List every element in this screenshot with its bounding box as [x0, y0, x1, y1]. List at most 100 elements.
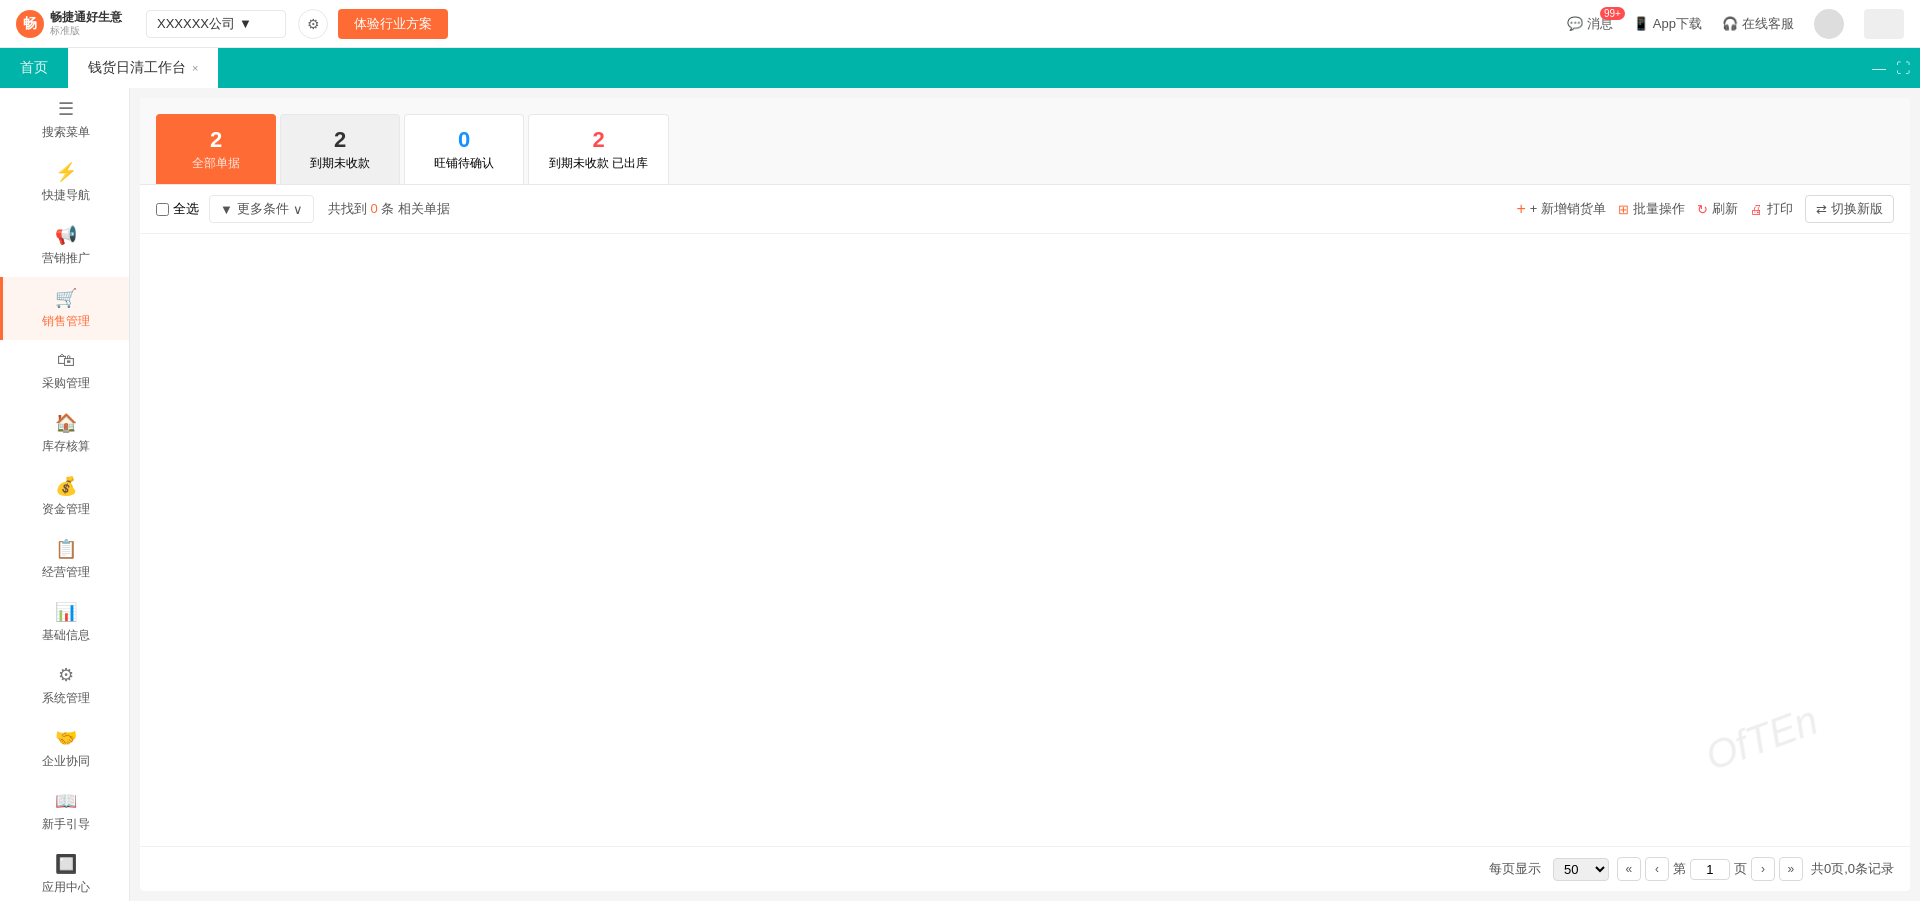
sidebar-item-label: 新手引导 [42, 816, 90, 833]
sidebar-item-label: 系统管理 [42, 690, 90, 707]
result-unit: 条 [381, 201, 394, 216]
sidebar-item-app-center[interactable]: 🔲 应用中心 [0, 843, 129, 901]
header-middle: ⚙ 体验行业方案 [298, 9, 448, 39]
sidebar-item-inventory[interactable]: 🏠 库存核算 [0, 402, 129, 465]
batch-button[interactable]: ⊞ 批量操作 [1618, 200, 1685, 218]
stats-label-shipped: 到期未收款 已出库 [549, 155, 648, 172]
operations-icon: 📋 [55, 538, 77, 560]
print-button[interactable]: 🖨 打印 [1750, 200, 1793, 218]
company-name: XXXXXX公司 [157, 15, 235, 33]
refresh-label: 刷新 [1712, 200, 1738, 218]
add-sale-button[interactable]: + + 新增销货单 [1516, 200, 1606, 218]
per-page-select[interactable]: 50 100 200 [1553, 858, 1609, 881]
stats-tab-pending[interactable]: 0 旺铺待确认 [404, 114, 524, 184]
sidebar-item-guide[interactable]: 📖 新手引导 [0, 780, 129, 843]
page-total: 共0页,0条记录 [1811, 860, 1894, 878]
result-text: 共找到 0 条 相关单据 [328, 200, 450, 218]
per-page-label: 每页显示 [1489, 860, 1541, 878]
sidebar-item-system[interactable]: ⚙ 系统管理 [0, 654, 129, 717]
pagination: 每页显示 50 100 200 « ‹ 第 页 › » 共0页,0条记录 [140, 846, 1910, 891]
filter-button[interactable]: ▼ 更多条件 ∨ [209, 195, 314, 223]
refresh-icon: ↻ [1697, 202, 1708, 217]
sidebar-item-label: 搜索菜单 [42, 124, 90, 141]
app-download-item[interactable]: 📱 App下载 [1633, 15, 1702, 33]
message-item[interactable]: 💬 消息 99+ [1567, 15, 1613, 33]
avatar-extra[interactable] [1864, 9, 1904, 39]
search-menu-icon: ☰ [58, 98, 74, 120]
stats-tabs: 2 全部单据 2 到期未收款 0 旺铺待确认 2 到期未收款 已出库 [140, 98, 1910, 185]
plus-icon: + [1516, 200, 1525, 218]
table-area [140, 234, 1910, 846]
sidebar-item-operations[interactable]: 📋 经营管理 [0, 528, 129, 591]
stats-label-overdue: 到期未收款 [301, 155, 379, 172]
sidebar-item-sales[interactable]: 🛒 销售管理 [0, 277, 129, 340]
checkbox-input[interactable] [156, 203, 169, 216]
sidebar-item-finance[interactable]: 💰 资金管理 [0, 465, 129, 528]
filter-label: 更多条件 [237, 200, 289, 218]
next-page-button[interactable]: › [1751, 857, 1775, 881]
chevron-down-icon: ▼ [239, 16, 252, 31]
guide-icon: 📖 [55, 790, 77, 812]
first-page-button[interactable]: « [1617, 857, 1641, 881]
stats-num-pending: 0 [425, 127, 503, 153]
company-selector[interactable]: XXXXXX公司 ▼ [146, 10, 286, 38]
logo-text: 畅捷通好生意 标准版 [50, 10, 122, 36]
select-all-checkbox[interactable]: 全选 [156, 200, 199, 218]
page-input[interactable] [1690, 859, 1730, 880]
expand-icon[interactable]: ⛶ [1896, 60, 1910, 76]
enterprise-icon: 🤝 [55, 727, 77, 749]
sidebar-item-enterprise[interactable]: 🤝 企业协同 [0, 717, 129, 780]
basic-info-icon: 📊 [55, 601, 77, 623]
stats-tab-all[interactable]: 2 全部单据 [156, 114, 276, 184]
settings-button[interactable]: ⚙ [298, 9, 328, 39]
sidebar-item-purchase[interactable]: 🛍 采购管理 [0, 340, 129, 402]
tab-active[interactable]: 钱货日清工作台 × [68, 48, 218, 88]
batch-icon: ⊞ [1618, 202, 1629, 217]
sidebar-item-label: 销售管理 [42, 313, 90, 330]
minimize-icon[interactable]: — [1872, 60, 1886, 76]
sidebar-item-basic-info[interactable]: 📊 基础信息 [0, 591, 129, 654]
active-tab-label: 钱货日清工作台 [88, 59, 186, 77]
nav-right-icons: — ⛶ [1872, 60, 1920, 76]
stats-num-overdue: 2 [301, 127, 379, 153]
switch-version-button[interactable]: ⇄ 切换新版 [1805, 195, 1894, 223]
online-service-label: 在线客服 [1742, 15, 1794, 33]
finance-icon: 💰 [55, 475, 77, 497]
message-badge: 99+ [1600, 7, 1625, 20]
switch-label: 切换新版 [1831, 200, 1883, 218]
logo-sub: 标准版 [50, 25, 122, 37]
download-icon: 📱 [1633, 16, 1649, 31]
sidebar-item-search[interactable]: ☰ 搜索菜单 [0, 88, 129, 151]
tab-home[interactable]: 首页 [0, 48, 68, 88]
last-page-button[interactable]: » [1779, 857, 1803, 881]
app-download-label: App下载 [1653, 15, 1702, 33]
close-icon[interactable]: × [192, 62, 198, 74]
prev-page-button[interactable]: ‹ [1645, 857, 1669, 881]
logo-area: 畅 畅捷通好生意 标准版 [16, 10, 146, 38]
nav-tabs: 首页 钱货日清工作台 × — ⛶ [0, 48, 1920, 88]
stats-tab-shipped[interactable]: 2 到期未收款 已出库 [528, 114, 669, 184]
trial-button[interactable]: 体验行业方案 [338, 9, 448, 39]
sidebar-item-quick[interactable]: ⚡ 快捷导航 [0, 151, 129, 214]
sidebar-item-label: 快捷导航 [42, 187, 90, 204]
online-service-item[interactable]: 🎧 在线客服 [1722, 15, 1794, 33]
avatar[interactable] [1814, 9, 1844, 39]
stats-label-all: 全部单据 [177, 155, 255, 172]
service-icon: 🎧 [1722, 16, 1738, 31]
logo-icon: 畅 [16, 10, 44, 38]
refresh-button[interactable]: ↻ 刷新 [1697, 200, 1738, 218]
stats-num-shipped: 2 [549, 127, 648, 153]
result-suffix: 相关单据 [398, 201, 450, 216]
header-right: 💬 消息 99+ 📱 App下载 🎧 在线客服 [1567, 9, 1904, 39]
sidebar-item-label: 营销推广 [42, 250, 90, 267]
home-label: 首页 [20, 59, 48, 77]
switch-icon: ⇄ [1816, 202, 1827, 217]
sidebar-item-label: 基础信息 [42, 627, 90, 644]
purchase-icon: 🛍 [57, 350, 75, 371]
print-label: 打印 [1767, 200, 1793, 218]
main-content: 2 全部单据 2 到期未收款 0 旺铺待确认 2 到期未收款 已出库 [130, 88, 1920, 901]
sidebar-item-label: 采购管理 [42, 375, 90, 392]
stats-tab-overdue[interactable]: 2 到期未收款 [280, 114, 400, 184]
sidebar: ☰ 搜索菜单 ⚡ 快捷导航 📢 营销推广 🛒 销售管理 🛍 采购管理 🏠 库存核… [0, 88, 130, 901]
sidebar-item-marketing[interactable]: 📢 营销推广 [0, 214, 129, 277]
